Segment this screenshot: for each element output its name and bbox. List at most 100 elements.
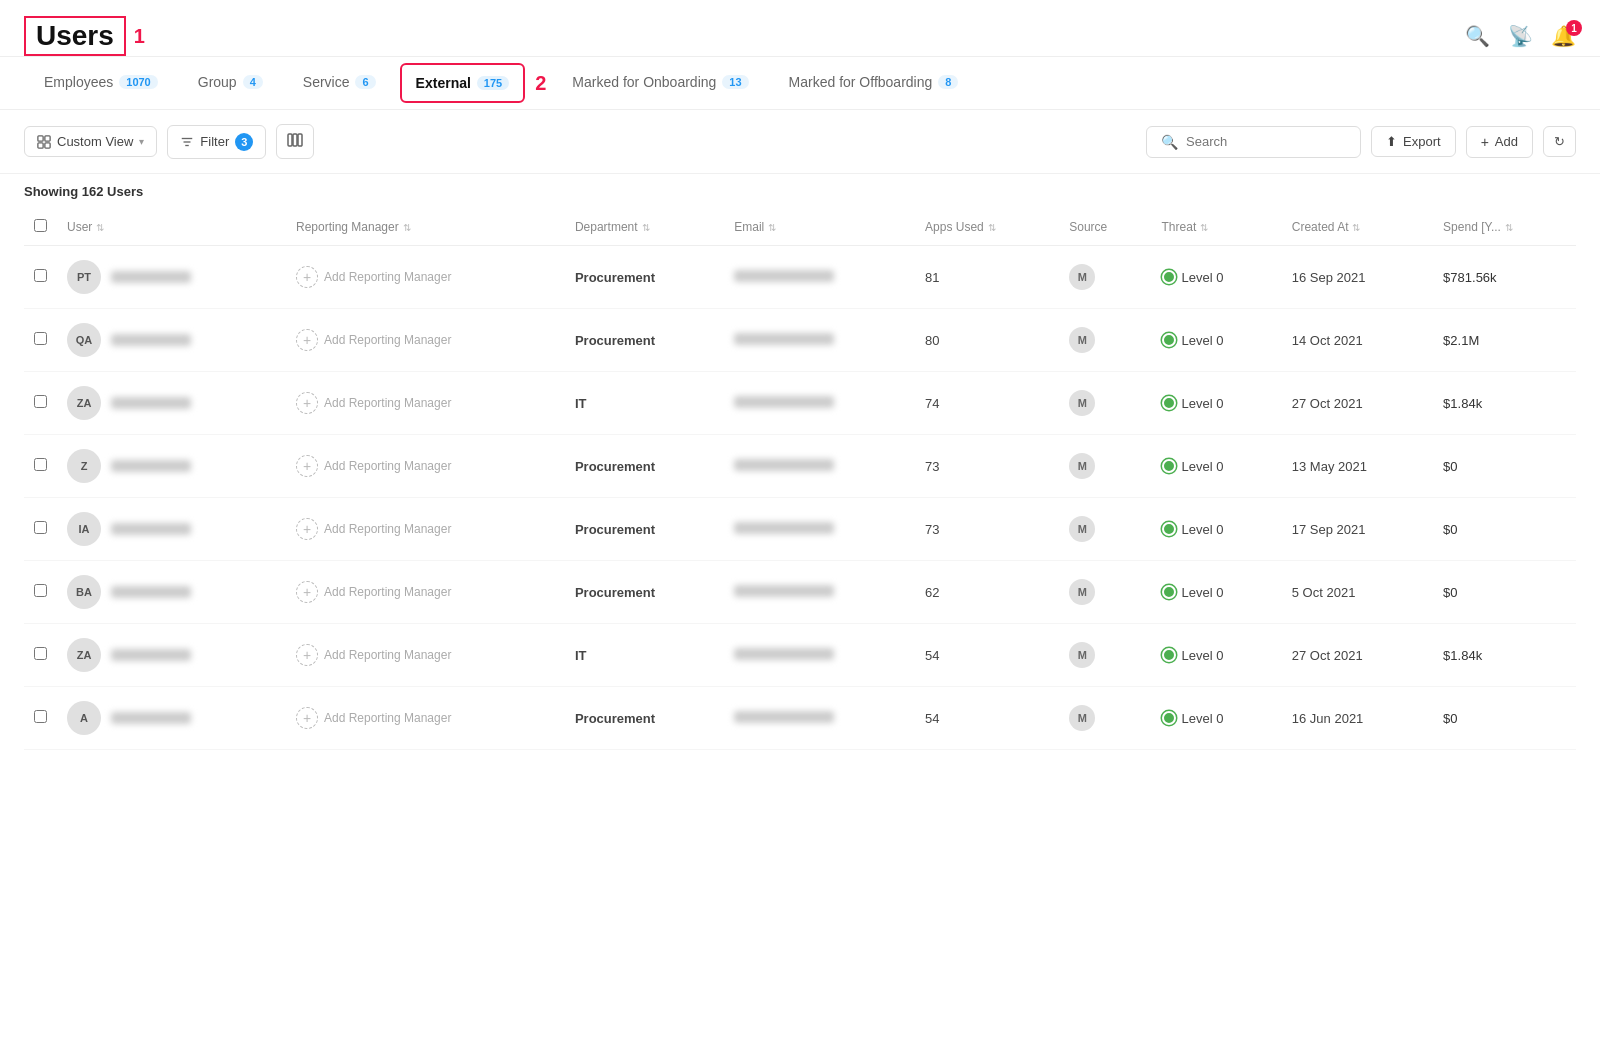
add-manager-button[interactable]: + Add Reporting Manager [296,581,555,603]
spend-cell: $0 [1433,687,1576,750]
email-cell [724,561,915,624]
apps-used-cell: 73 [915,498,1059,561]
source-cell: M [1059,687,1151,750]
created-at-cell: 13 May 2021 [1282,435,1433,498]
filter-label: Filter [200,134,229,149]
svg-rect-1 [45,135,50,140]
add-manager-label: Add Reporting Manager [324,270,451,284]
filter-button[interactable]: Filter 3 [167,125,266,159]
export-button[interactable]: ⬆ Export [1371,126,1456,157]
department-cell: Procurement [565,561,724,624]
add-manager-label: Add Reporting Manager [324,648,451,662]
custom-view-label: Custom View [57,134,133,149]
custom-view-button[interactable]: Custom View ▾ [24,126,157,157]
add-manager-icon: + [296,581,318,603]
col-user[interactable]: User⇅ [57,209,286,246]
row-checkbox[interactable] [34,458,47,471]
created-at-cell: 14 Oct 2021 [1282,309,1433,372]
toolbar-left: Custom View ▾ Filter 3 [24,124,314,159]
avatar: BA [67,575,101,609]
avatar: ZA [67,386,101,420]
col-email[interactable]: Email⇅ [724,209,915,246]
sort-icon-dept: ⇅ [642,222,650,233]
column-toggle-button[interactable] [276,124,314,159]
apps-used-cell: 74 [915,372,1059,435]
add-manager-button[interactable]: + Add Reporting Manager [296,644,555,666]
tab-onboarding[interactable]: Marked for Onboarding 13 [552,60,768,106]
email-blurred [734,270,834,282]
threat-dot [1162,648,1176,662]
col-apps-used[interactable]: Apps Used⇅ [915,209,1059,246]
add-manager-button[interactable]: + Add Reporting Manager [296,518,555,540]
tab-group-badge: 4 [243,75,263,89]
tab-group[interactable]: Group 4 [178,60,283,106]
col-spend[interactable]: Spend [Y...⇅ [1433,209,1576,246]
source-badge: M [1069,516,1095,542]
threat-dot [1162,522,1176,536]
spend-cell: $781.56k [1433,246,1576,309]
select-all-checkbox[interactable] [34,219,47,232]
add-manager-button[interactable]: + Add Reporting Manager [296,266,555,288]
search-input[interactable] [1186,134,1346,149]
source-cell: M [1059,309,1151,372]
apps-used-cell: 81 [915,246,1059,309]
created-at-cell: 27 Oct 2021 [1282,624,1433,687]
tab-service[interactable]: Service 6 [283,60,396,106]
row-checkbox[interactable] [34,269,47,282]
tab-external-badge: 175 [477,76,509,90]
add-manager-button[interactable]: + Add Reporting Manager [296,329,555,351]
row-checkbox-cell [24,372,57,435]
apps-used-cell: 80 [915,309,1059,372]
row-checkbox[interactable] [34,332,47,345]
email-cell [724,687,915,750]
refresh-icon: ↻ [1554,134,1565,149]
table-row: IA + Add Reporting Manager Procurement 7… [24,498,1576,561]
search-box[interactable]: 🔍 [1146,126,1361,158]
department-cell: Procurement [565,309,724,372]
col-threat[interactable]: Threat⇅ [1152,209,1282,246]
refresh-button[interactable]: ↻ [1543,126,1576,157]
sort-icon-rm: ⇅ [403,222,411,233]
add-manager-button[interactable]: + Add Reporting Manager [296,455,555,477]
add-button[interactable]: + Add [1466,126,1533,158]
row-checkbox[interactable] [34,647,47,660]
tab-employees[interactable]: Employees 1070 [24,60,178,106]
row-checkbox[interactable] [34,521,47,534]
add-manager-label: Add Reporting Manager [324,396,451,410]
tab-service-badge: 6 [355,75,375,89]
search-icon: 🔍 [1161,134,1178,150]
email-cell [724,309,915,372]
reporting-manager-cell: + Add Reporting Manager [286,624,565,687]
user-name-blurred [111,712,191,724]
tab-employees-badge: 1070 [119,75,157,89]
threat-level: Level 0 [1182,459,1224,474]
spend-cell: $0 [1433,561,1576,624]
filter-icon [180,135,194,149]
source-badge: M [1069,579,1095,605]
user-cell: QA [57,309,286,372]
feed-icon[interactable]: 📡 [1508,24,1533,48]
header-right: 🔍 📡 🔔 1 [1465,24,1576,48]
notification-bell[interactable]: 🔔 1 [1551,24,1576,48]
table-header-row: User⇅ Reporting Manager⇅ Department⇅ Ema… [24,209,1576,246]
row-checkbox-cell [24,498,57,561]
search-icon[interactable]: 🔍 [1465,24,1490,48]
avatar: A [67,701,101,735]
add-manager-label: Add Reporting Manager [324,459,451,473]
source-badge: M [1069,264,1095,290]
add-manager-button[interactable]: + Add Reporting Manager [296,707,555,729]
table-row: ZA + Add Reporting Manager IT 54 M [24,624,1576,687]
tab-offboarding[interactable]: Marked for Offboarding 8 [769,60,979,106]
email-cell [724,372,915,435]
col-reporting-manager[interactable]: Reporting Manager⇅ [286,209,565,246]
spend-cell: $1.84k [1433,624,1576,687]
col-created-at[interactable]: Created At⇅ [1282,209,1433,246]
threat-level: Level 0 [1182,585,1224,600]
row-checkbox[interactable] [34,584,47,597]
row-checkbox[interactable] [34,395,47,408]
tab-external[interactable]: External 175 [400,63,526,103]
add-manager-button[interactable]: + Add Reporting Manager [296,392,555,414]
threat-level: Level 0 [1182,522,1224,537]
col-department[interactable]: Department⇅ [565,209,724,246]
row-checkbox[interactable] [34,710,47,723]
